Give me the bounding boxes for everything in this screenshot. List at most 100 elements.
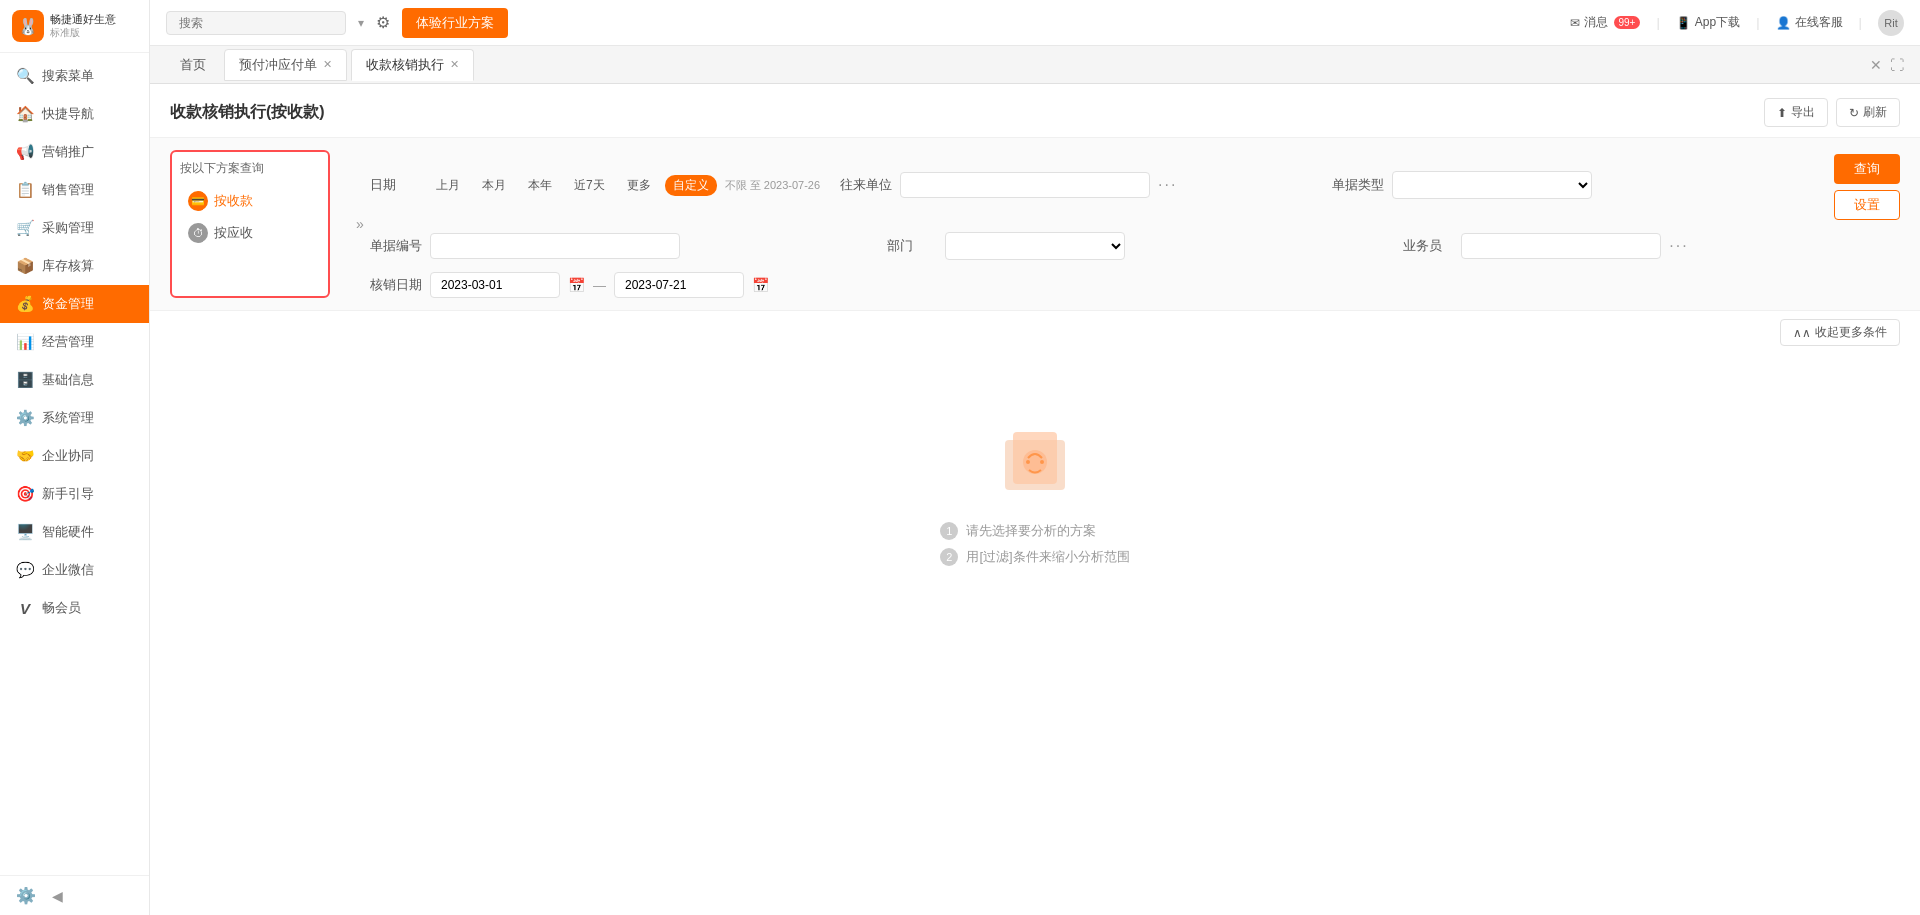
sidebar-item-wechat[interactable]: 💬 企业微信 (0, 551, 149, 589)
date-no-limit-text: 不限 至 2023-07-26 (725, 178, 820, 193)
filter-option-receivable[interactable]: ⏱ 按应收 (180, 217, 320, 249)
sidebar-item-basic[interactable]: 🗄️ 基础信息 (0, 361, 149, 399)
online-service-btn[interactable]: 👤 在线客服 (1776, 14, 1843, 31)
calendar-end-icon[interactable]: 📅 (752, 277, 769, 293)
verify-date-start[interactable] (430, 272, 560, 298)
query-actions: 查询 设置 (1834, 154, 1900, 220)
filter-option-receipt[interactable]: 💳 按收款 (180, 185, 320, 217)
sidebar-item-purchase[interactable]: 🛒 采购管理 (0, 209, 149, 247)
collapse-more-icon: ∧∧ (1793, 326, 1811, 340)
message-label: 消息 (1584, 14, 1608, 31)
page-content: 收款核销执行(按收款) ⬆ 导出 ↻ 刷新 按以下方案查询 💳 按收款 (150, 84, 1920, 915)
date-no-limit-group: 不限 至 2023-07-26 (725, 178, 820, 193)
counterpart-group: 往来单位 ··· (840, 172, 1312, 198)
settings-btn[interactable]: 设置 (1834, 190, 1900, 220)
search-input[interactable] (166, 11, 346, 35)
empty-state-icon (985, 410, 1085, 510)
counterpart-input[interactable] (900, 172, 1150, 198)
message-btn[interactable]: ✉ 消息 99+ (1570, 14, 1641, 31)
query-btn[interactable]: 查询 (1834, 154, 1900, 184)
doc-type-label: 单据类型 (1332, 176, 1384, 194)
sidebar-item-inventory[interactable]: 📦 库存核算 (0, 247, 149, 285)
sidebar-item-cooperation[interactable]: 🤝 企业协同 (0, 437, 149, 475)
filter-row-3: 核销日期 📅 — 📅 (370, 272, 1900, 298)
shortcut-last-month[interactable]: 上月 (428, 175, 468, 196)
top-bar: ▾ ⚙ 体验行业方案 ✉ 消息 99+ | 📱 App下载 | 👤 在线客服 |… (150, 0, 1920, 46)
receipt-option-icon: 💳 (188, 191, 208, 211)
user-avatar[interactable]: Rit (1878, 10, 1904, 36)
verify-date-label: 核销日期 (370, 276, 422, 294)
tab-home[interactable]: 首页 (166, 50, 220, 80)
staff-input[interactable] (1461, 233, 1661, 259)
collapse-more-label: 收起更多条件 (1815, 324, 1887, 341)
tabs-bar: 首页 预付冲应付单 ✕ 收款核销执行 ✕ ✕ ⛶ (150, 46, 1920, 84)
sidebar-item-finance[interactable]: 💰 资金管理 (0, 285, 149, 323)
hardware-icon: 🖥️ (16, 523, 34, 541)
shortcut-this-year[interactable]: 本年 (520, 175, 560, 196)
shortcut-more[interactable]: 更多 (619, 175, 659, 196)
tab-close-icon[interactable]: ✕ (323, 58, 332, 71)
dept-select[interactable] (945, 232, 1125, 260)
shortcut-7days[interactable]: 近7天 (566, 175, 613, 196)
sidebar-item-label: 搜索菜单 (42, 67, 94, 85)
counterpart-more-icon[interactable]: ··· (1158, 176, 1177, 194)
dropdown-icon[interactable]: ▾ (358, 16, 364, 30)
business-icon: 📊 (16, 333, 34, 351)
collapse-sidebar-icon[interactable]: ◀ (52, 888, 63, 904)
page-actions: ⬆ 导出 ↻ 刷新 (1764, 98, 1900, 127)
sidebar-item-system[interactable]: ⚙️ 系统管理 (0, 399, 149, 437)
cooperation-icon: 🤝 (16, 447, 34, 465)
collapse-filter-icon[interactable]: » (350, 194, 370, 254)
staff-more-icon[interactable]: ··· (1669, 237, 1688, 255)
export-btn[interactable]: ⬆ 导出 (1764, 98, 1828, 127)
doc-type-select[interactable] (1392, 171, 1592, 199)
sidebar-item-sales[interactable]: 📋 销售管理 (0, 171, 149, 209)
dept-group: 部门 (887, 232, 1384, 260)
sidebar-item-search[interactable]: 🔍 搜索菜单 (0, 57, 149, 95)
logo-line1: 畅捷通好生意 (50, 12, 116, 26)
close-window-icon[interactable]: ✕ (1870, 57, 1882, 73)
verify-date-end[interactable] (614, 272, 744, 298)
tab-receipt-verify[interactable]: 收款核销执行 ✕ (351, 49, 474, 81)
refresh-btn[interactable]: ↻ 刷新 (1836, 98, 1900, 127)
main-content: ▾ ⚙ 体验行业方案 ✉ 消息 99+ | 📱 App下载 | 👤 在线客服 |… (150, 0, 1920, 915)
shortcut-this-month[interactable]: 本月 (474, 175, 514, 196)
tab-close-active-icon[interactable]: ✕ (450, 58, 459, 71)
sidebar-item-guide[interactable]: 🎯 新手引导 (0, 475, 149, 513)
collapse-more-btn[interactable]: ∧∧ 收起更多条件 (1780, 319, 1900, 346)
shortcut-custom[interactable]: 自定义 (665, 175, 717, 196)
counterpart-label: 往来单位 (840, 176, 892, 194)
empty-hints: 1 请先选择要分析的方案 2 用[过滤]条件来缩小分析范围 (940, 522, 1129, 566)
top-bar-left: ▾ ⚙ 体验行业方案 (166, 8, 508, 38)
app-logo-icon: 🐰 (12, 10, 44, 42)
filter-scheme-box: 按以下方案查询 💳 按收款 ⏱ 按应收 (170, 150, 330, 298)
calendar-start-icon[interactable]: 📅 (568, 277, 585, 293)
divider3: | (1859, 15, 1862, 30)
sidebar: 🐰 畅捷通好生意 标准版 🔍 搜索菜单 🏠 快捷导航 📢 营销推广 📋 销售管理… (0, 0, 150, 915)
app-download-btn[interactable]: 📱 App下载 (1676, 14, 1740, 31)
staff-group: 业务员 ··· (1403, 233, 1900, 259)
settings-bottom-icon[interactable]: ⚙️ (16, 886, 36, 905)
sidebar-item-quick-nav[interactable]: 🏠 快捷导航 (0, 95, 149, 133)
sidebar-item-label: 资金管理 (42, 295, 94, 313)
gear-icon[interactable]: ⚙ (376, 13, 390, 32)
tab-prepay[interactable]: 预付冲应付单 ✕ (224, 49, 347, 81)
date-group: 日期 上月 本月 本年 近7天 更多 自定义 不限 至 2023-07-26 (370, 175, 820, 196)
online-service-label: 在线客服 (1795, 14, 1843, 31)
sidebar-item-hardware[interactable]: 🖥️ 智能硬件 (0, 513, 149, 551)
date-shortcuts: 上月 本月 本年 近7天 更多 自定义 (428, 175, 717, 196)
industry-btn[interactable]: 体验行业方案 (402, 8, 508, 38)
sidebar-item-member[interactable]: V 畅会员 (0, 589, 149, 627)
system-icon: ⚙️ (16, 409, 34, 427)
doc-num-input[interactable] (430, 233, 680, 259)
basic-icon: 🗄️ (16, 371, 34, 389)
expand-window-icon[interactable]: ⛶ (1890, 57, 1904, 73)
svg-point-3 (1026, 460, 1030, 464)
finance-icon: 💰 (16, 295, 34, 313)
doc-type-group: 单据类型 (1332, 171, 1804, 199)
sidebar-item-label: 经营管理 (42, 333, 94, 351)
hint-text-1: 请先选择要分析的方案 (966, 522, 1096, 540)
filter-form: 日期 上月 本月 本年 近7天 更多 自定义 不限 至 2023-07-26 (370, 150, 1900, 298)
sidebar-item-business[interactable]: 📊 经营管理 (0, 323, 149, 361)
sidebar-item-marketing[interactable]: 📢 营销推广 (0, 133, 149, 171)
